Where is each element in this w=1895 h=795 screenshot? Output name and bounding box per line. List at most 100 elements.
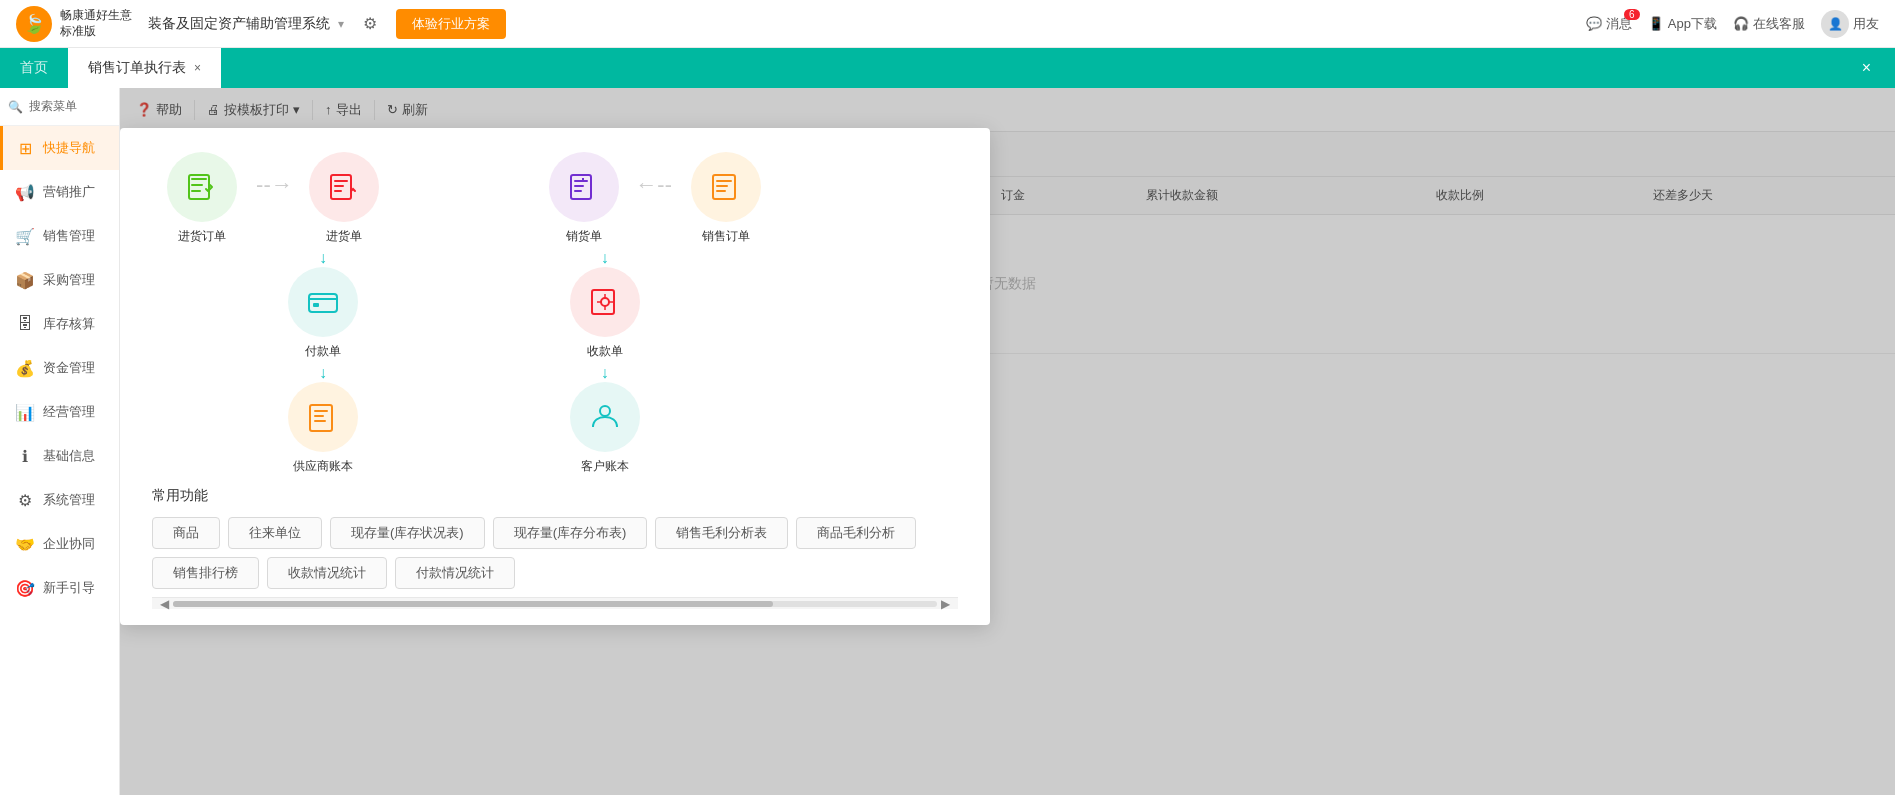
arrow-payment-down: ↓	[252, 364, 394, 382]
system-icon: ⚙	[15, 490, 35, 510]
basic-info-icon: ℹ	[15, 446, 35, 466]
inventory-icon: 🗄	[15, 314, 35, 334]
scroll-thumb[interactable]	[173, 601, 773, 607]
sidebar-item-finance[interactable]: 💰 资金管理	[0, 346, 119, 390]
sidebar-item-system[interactable]: ⚙ 系统管理	[0, 478, 119, 522]
flow-modal: 进货订单 - - → 进货单	[120, 128, 990, 625]
receipt-label: 收款单	[587, 343, 623, 360]
close-window-button[interactable]: ×	[1854, 59, 1879, 77]
flow-node-sales-receipt[interactable]: 销货单	[534, 152, 634, 245]
flow-node-supplier-account[interactable]: 供应商账本	[273, 382, 373, 475]
avatar-icon: 👤	[1821, 10, 1849, 38]
flow-right-group: 销货单 - - → 销售订单	[534, 152, 776, 475]
service-icon: 🎧	[1733, 16, 1749, 31]
svg-rect-4	[313, 303, 319, 307]
top-header: 🍃 畅康通好生意 标准版 装备及固定资产辅助管理系统 ▾ ⚙ 体验行业方案 💬 …	[0, 0, 1895, 48]
arrow-sales-receipt-down: ↓	[534, 249, 676, 267]
arrow-receipt-down: ↓	[534, 364, 676, 382]
sidebar-item-operations[interactable]: 📊 经营管理	[0, 390, 119, 434]
search-menu-button[interactable]: 🔍 搜索菜单	[0, 88, 119, 126]
flow-receipt-col: 收款单	[534, 267, 676, 360]
quick-nav-icon: ⊞	[15, 138, 35, 158]
tab-home[interactable]: 首页	[0, 48, 68, 88]
sidebar: 🔍 搜索菜单 ⊞ 快捷导航 📢 营销推广 🛒 销售管理 📦 采购管理 🗄 库存核…	[0, 88, 120, 795]
customer-account-icon	[570, 382, 640, 452]
purchase-order-label: 进货订单	[178, 228, 226, 245]
service-button[interactable]: 🎧 在线客服	[1733, 15, 1805, 33]
flow-node-sales-order[interactable]: 销售订单	[676, 152, 776, 245]
sidebar-item-guide[interactable]: 🎯 新手引导	[0, 566, 119, 610]
modal-scrollbar: ◀ ▶	[152, 597, 958, 609]
common-functions-title: 常用功能	[152, 487, 958, 505]
receipt-icon	[570, 267, 640, 337]
nav-tabs: 首页 销售订单执行表 × ×	[0, 48, 1895, 88]
flow-node-purchase-receipt[interactable]: 进货单	[294, 152, 394, 245]
supplier-account-icon	[288, 382, 358, 452]
app-download-button[interactable]: 📱 App下载	[1648, 15, 1717, 33]
trial-button[interactable]: 体验行业方案	[396, 9, 506, 39]
sales-icon: 🛒	[15, 226, 35, 246]
logo-area: 🍃 畅康通好生意 标准版	[16, 6, 136, 42]
func-btn-stock-status[interactable]: 现存量(库存状况表)	[330, 517, 485, 549]
sidebar-item-collab[interactable]: 🤝 企业协同	[0, 522, 119, 566]
system-dropdown-icon[interactable]: ▾	[338, 17, 344, 31]
user-avatar[interactable]: 👤 用友	[1821, 10, 1879, 38]
sidebar-item-inventory[interactable]: 🗄 库存核算	[0, 302, 119, 346]
svg-rect-5	[310, 405, 332, 431]
func-btn-collection-stats[interactable]: 收款情况统计	[267, 557, 387, 589]
flow-left-group: 进货订单 - - → 进货单	[152, 152, 394, 475]
gear-button[interactable]: ⚙	[356, 10, 384, 38]
func-btn-sales-margin[interactable]: 销售毛利分析表	[655, 517, 788, 549]
func-btn-stock-dist[interactable]: 现存量(库存分布表)	[493, 517, 648, 549]
sales-order-label: 销售订单	[702, 228, 750, 245]
func-btn-payment-stats[interactable]: 付款情况统计	[395, 557, 515, 589]
flow-node-payment[interactable]: 付款单	[273, 267, 373, 360]
func-btn-product-margin[interactable]: 商品毛利分析	[796, 517, 916, 549]
scroll-track[interactable]	[173, 601, 937, 607]
purchase-icon: 📦	[15, 270, 35, 290]
operations-icon: 📊	[15, 402, 35, 422]
flow-supplier-col: 供应商账本	[252, 382, 394, 475]
sidebar-item-marketing[interactable]: 📢 营销推广	[0, 170, 119, 214]
arrow-purchase-to-receipt: - - →	[252, 172, 294, 198]
flow-node-receipt[interactable]: 收款单	[555, 267, 655, 360]
message-button[interactable]: 💬 消息 6	[1586, 15, 1632, 33]
svg-rect-3	[309, 294, 337, 312]
search-icon: 🔍	[8, 100, 23, 114]
arrow-purchase-receipt-down: ↓	[252, 249, 394, 267]
func-btn-counterparts[interactable]: 往来单位	[228, 517, 322, 549]
flow-node-customer-account[interactable]: 客户账本	[555, 382, 655, 475]
message-badge: 6	[1624, 9, 1640, 20]
supplier-account-label: 供应商账本	[293, 458, 353, 475]
marketing-icon: 📢	[15, 182, 35, 202]
func-btn-product[interactable]: 商品	[152, 517, 220, 549]
scroll-left-arrow[interactable]: ◀	[156, 597, 173, 611]
payment-icon	[288, 267, 358, 337]
sidebar-item-quick-nav[interactable]: ⊞ 快捷导航	[0, 126, 119, 170]
common-functions-section: 常用功能 商品 往来单位 现存量(库存状况表) 现存量(库存分布表) 销售毛利分…	[152, 487, 958, 589]
sidebar-item-basic-info[interactable]: ℹ 基础信息	[0, 434, 119, 478]
flow-row-1: 进货订单 - - → 进货单	[152, 152, 958, 475]
flow-node-purchase-order[interactable]: 进货订单	[152, 152, 252, 245]
system-title: 装备及固定资产辅助管理系统 ▾	[148, 15, 344, 33]
sidebar-item-purchase[interactable]: 📦 采购管理	[0, 258, 119, 302]
flow-purchase-row: 进货订单 - - → 进货单	[152, 152, 394, 245]
tab-sales-order[interactable]: 销售订单执行表 ×	[68, 48, 221, 88]
content-area: ❓ 帮助 🖨 按模板打印 ▾ ↑ 导出 ↻ 刷新 yyyy-mm-d	[120, 88, 1895, 795]
sales-receipt-label: 销货单	[566, 228, 602, 245]
sidebar-item-sales[interactable]: 🛒 销售管理	[0, 214, 119, 258]
main-layout: 🔍 搜索菜单 ⊞ 快捷导航 📢 营销推广 🛒 销售管理 📦 采购管理 🗄 库存核…	[0, 88, 1895, 795]
customer-account-label: 客户账本	[581, 458, 629, 475]
tab-close-icon[interactable]: ×	[194, 61, 201, 75]
flow-payment-col: 付款单	[252, 267, 394, 360]
finance-icon: 💰	[15, 358, 35, 378]
header-right: 💬 消息 6 📱 App下载 🎧 在线客服 👤 用友	[1586, 10, 1879, 38]
sales-order-icon	[691, 152, 761, 222]
guide-icon: 🎯	[15, 578, 35, 598]
flow-sales-row: 销货单 - - → 销售订单	[534, 152, 776, 245]
common-functions-row-2: 销售排行榜 收款情况统计 付款情况统计	[152, 557, 958, 589]
message-icon: 💬	[1586, 16, 1602, 31]
scroll-right-arrow[interactable]: ▶	[937, 597, 954, 611]
func-btn-sales-rank[interactable]: 销售排行榜	[152, 557, 259, 589]
logo-icon: 🍃	[16, 6, 52, 42]
